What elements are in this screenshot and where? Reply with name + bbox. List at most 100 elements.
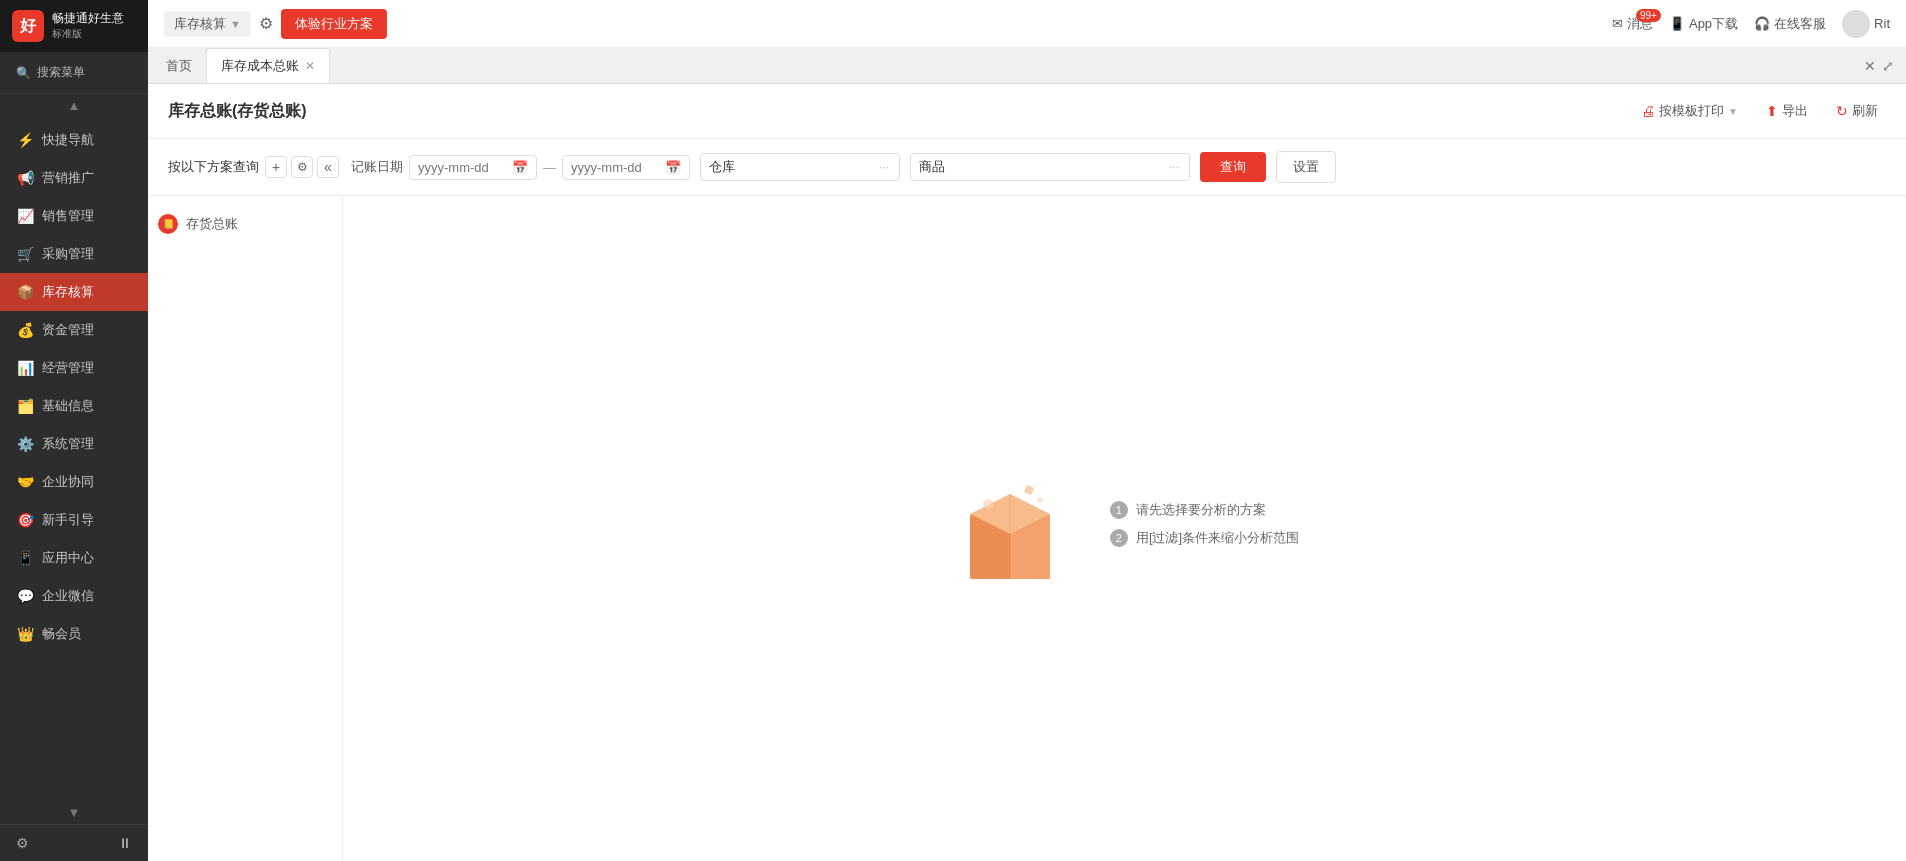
sidebar-item-basic[interactable]: 🗂️ 基础信息 — [0, 387, 148, 425]
page-content: 库存总账(存货总账) 🖨 按模板打印 ▼ ⬆ 导出 ↻ 刷新 — [148, 84, 1906, 861]
svg-point-6 — [1037, 497, 1043, 503]
filter-settings-button[interactable]: ⚙ — [291, 156, 313, 178]
filter-bar: 按以下方案查询 + ⚙ « 记账日期 📅 — — [148, 139, 1906, 196]
scroll-up-button[interactable]: ▲ — [0, 94, 148, 117]
sidebar-navigation: ⚡ 快捷导航 📢 营销推广 📈 销售管理 🛒 采购管理 📦 库存核算 💰 资金管… — [0, 117, 148, 801]
tab-inventory-cost-label: 库存成本总账 — [221, 57, 299, 75]
goods-select[interactable]: 商品 ··· — [910, 153, 1190, 181]
logo-icon: 好 — [12, 10, 44, 42]
refresh-button[interactable]: ↻ 刷新 — [1828, 98, 1886, 124]
sidebar-item-system[interactable]: ⚙️ 系统管理 — [0, 425, 148, 463]
filter-collapse-button[interactable]: « — [317, 156, 339, 178]
system-icon: ⚙️ — [16, 436, 34, 452]
topbar-left: 库存核算 ▼ ⚙ 体验行业方案 — [164, 9, 1600, 39]
newguide-icon: 🎯 — [16, 512, 34, 528]
search-menu-label: 搜索菜单 — [37, 64, 85, 81]
sidebar-item-label: 畅会员 — [42, 625, 81, 643]
sidebar-item-operations[interactable]: 📊 经营管理 — [0, 349, 148, 387]
page-header: 库存总账(存货总账) 🖨 按模板打印 ▼ ⬆ 导出 ↻ 刷新 — [148, 84, 1906, 139]
sidebar-item-wechat[interactable]: 💬 企业微信 — [0, 577, 148, 615]
goods-label: 商品 — [919, 158, 945, 176]
page-title: 库存总账(存货总账) — [168, 101, 307, 122]
side-filter-inventory-ledger[interactable]: 📒 存货总账 — [148, 206, 342, 242]
filter-row: 记账日期 📅 — 📅 仓库 ··· — [351, 151, 1886, 183]
tabbar: 首页 库存成本总账 ✕ ✕ ⤢ — [148, 48, 1906, 84]
expand-panel-icon[interactable]: ⤢ — [1882, 58, 1894, 74]
date-end-input-wrap: 📅 — [562, 155, 690, 180]
warehouse-select[interactable]: 仓库 ··· — [700, 153, 900, 181]
wechat-icon: 💬 — [16, 588, 34, 604]
tab-inventory-cost[interactable]: 库存成本总账 ✕ — [206, 48, 330, 83]
sidebar-item-sales[interactable]: 📈 销售管理 — [0, 197, 148, 235]
sidebar-item-label: 企业微信 — [42, 587, 94, 605]
sidebar-item-purchase[interactable]: 🛒 采购管理 — [0, 235, 148, 273]
sidebar-item-enterprise[interactable]: 🤝 企业协同 — [0, 463, 148, 501]
warehouse-label: 仓库 — [709, 158, 735, 176]
topbar-right: ✉ 消息 99+ 📱 App下载 🎧 在线客服 Rit — [1612, 10, 1890, 38]
print-button[interactable]: 🖨 按模板打印 ▼ — [1633, 98, 1746, 124]
message-button[interactable]: ✉ 消息 99+ — [1612, 15, 1653, 33]
message-icon: ✉ — [1612, 16, 1623, 31]
filter-label: 按以下方案查询 — [168, 158, 259, 176]
date-start-input[interactable] — [418, 160, 508, 175]
date-start-input-wrap: 📅 — [409, 155, 537, 180]
topbar: 库存核算 ▼ ⚙ 体验行业方案 ✉ 消息 99+ 📱 App下载 🎧 在线客服 — [148, 0, 1906, 48]
date-end-input[interactable] — [571, 160, 661, 175]
step-1-num: 1 — [1110, 501, 1128, 519]
calendar-end-icon[interactable]: 📅 — [665, 160, 681, 175]
marketing-icon: 📢 — [16, 170, 34, 186]
scroll-down-button[interactable]: ▼ — [0, 801, 148, 824]
appcenter-icon: 📱 — [16, 550, 34, 566]
message-badge: 99+ — [1636, 9, 1661, 22]
main-content: 库存核算 ▼ ⚙ 体验行业方案 ✉ 消息 99+ 📱 App下载 🎧 在线客服 — [148, 0, 1906, 861]
search-menu-button[interactable]: 🔍 搜索菜单 — [10, 60, 138, 85]
vip-icon: 👑 — [16, 626, 34, 642]
online-service-label: 在线客服 — [1774, 15, 1826, 33]
sidebar-item-newguide[interactable]: 🎯 新手引导 — [0, 501, 148, 539]
close-panel-icon[interactable]: ✕ — [1864, 58, 1876, 74]
sidebar-item-appcenter[interactable]: 📱 应用中心 — [0, 539, 148, 577]
sidebar-item-vip[interactable]: 👑 畅会员 — [0, 615, 148, 653]
operations-icon: 📊 — [16, 360, 34, 376]
shortcut-icon: ⚡ — [16, 132, 34, 148]
tab-close-button[interactable]: ✕ — [305, 60, 315, 72]
sidebar-bottom: ⚙ ⏸ — [0, 824, 148, 861]
export-button[interactable]: ⬆ 导出 — [1758, 98, 1816, 124]
avatar — [1842, 10, 1870, 38]
step-2-num: 2 — [1110, 529, 1128, 547]
sidebar-item-label: 资金管理 — [42, 321, 94, 339]
sidebar-item-label: 销售管理 — [42, 207, 94, 225]
sales-icon: 📈 — [16, 208, 34, 224]
finance-icon: 💰 — [16, 322, 34, 338]
username-label: Rit — [1874, 16, 1890, 31]
breadcrumb-text: 库存核算 — [174, 15, 226, 33]
sidebar-search-area: 🔍 搜索菜单 — [0, 52, 148, 94]
calendar-start-icon[interactable]: 📅 — [512, 160, 528, 175]
toggle-sidebar-button[interactable]: ⏸ — [118, 835, 132, 851]
side-filter-item-label: 存货总账 — [186, 215, 238, 233]
settings-gear-icon[interactable]: ⚙ — [259, 14, 273, 33]
settings-icon[interactable]: ⚙ — [16, 835, 29, 851]
trial-industry-button[interactable]: 体验行业方案 — [281, 9, 387, 39]
app-download-label: App下载 — [1689, 15, 1738, 33]
filter-setting-button[interactable]: 设置 — [1276, 151, 1336, 183]
app-download-button[interactable]: 📱 App下载 — [1669, 15, 1738, 33]
basic-icon: 🗂️ — [16, 398, 34, 414]
query-button[interactable]: 查询 — [1200, 152, 1266, 182]
app-version: 标准版 — [52, 27, 124, 41]
empty-step-1: 1 请先选择要分析的方案 — [1110, 501, 1299, 519]
sidebar-item-marketing[interactable]: 📢 营销推广 — [0, 159, 148, 197]
sidebar-item-label: 库存核算 — [42, 283, 94, 301]
tab-home[interactable]: 首页 — [152, 48, 206, 83]
user-menu-button[interactable]: Rit — [1842, 10, 1890, 38]
side-filter-panel: 📒 存货总账 — [148, 196, 343, 861]
filter-add-button[interactable]: + — [265, 156, 287, 178]
ledger-icon: 📒 — [158, 214, 178, 234]
sidebar-item-label: 营销推广 — [42, 169, 94, 187]
sidebar-item-inventory[interactable]: 📦 库存核算 — [0, 273, 148, 311]
sidebar-item-shortcut[interactable]: ⚡ 快捷导航 — [0, 121, 148, 159]
online-service-button[interactable]: 🎧 在线客服 — [1754, 15, 1826, 33]
print-arrow-icon: ▼ — [1728, 106, 1738, 117]
sidebar-item-finance[interactable]: 💰 资金管理 — [0, 311, 148, 349]
empty-state-svg — [950, 464, 1080, 594]
